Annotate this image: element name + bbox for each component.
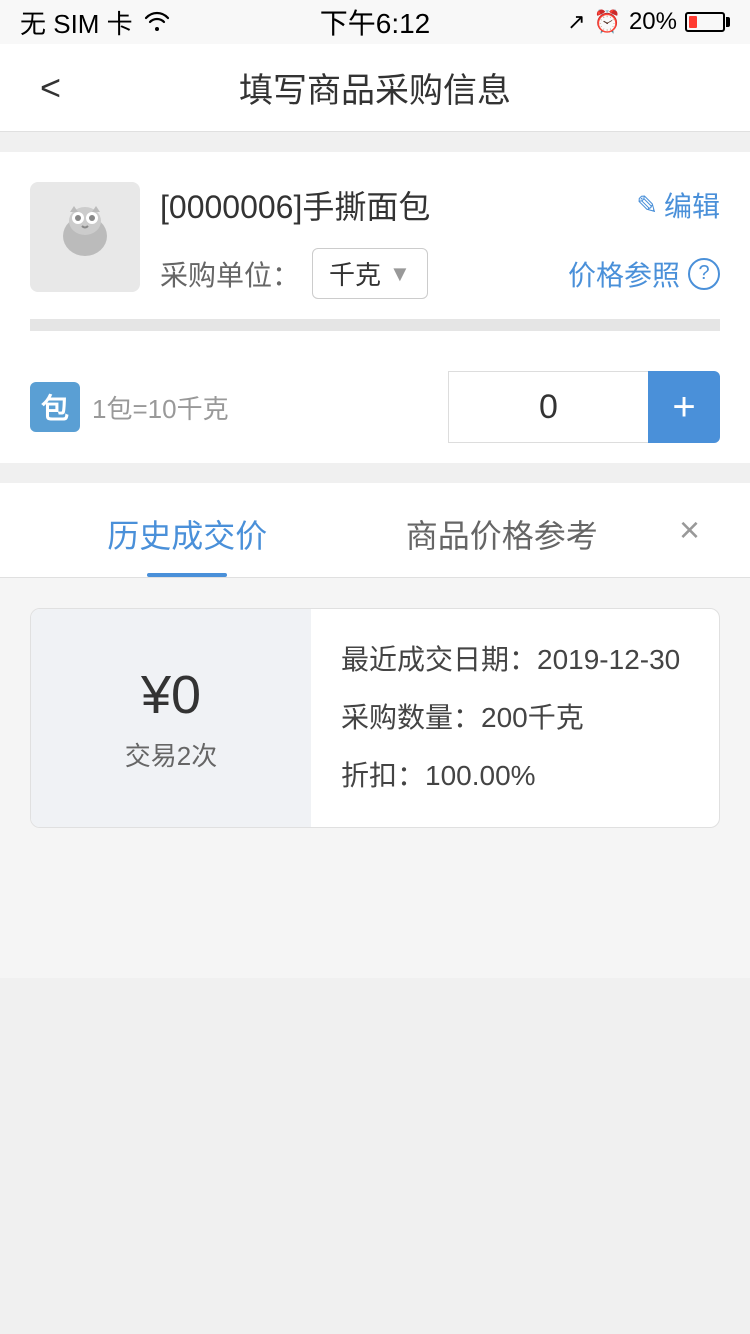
recent-date-value: 2019-12-30 (537, 644, 680, 675)
gray-divider (30, 319, 720, 331)
unit-select[interactable]: 千克 ▼ (312, 248, 428, 299)
purchase-unit-label: 采购单位： (160, 254, 300, 294)
unit-info: 包 1包=10千克 (30, 382, 229, 432)
tabs-section: 历史成交价 商品价格参考 × (0, 483, 750, 578)
close-button[interactable]: × (659, 489, 720, 571)
back-button[interactable]: < (30, 57, 71, 119)
product-section: [0000006]手撕面包 ✎ 编辑 采购单位： 千克 ▼ 价格参照 (0, 152, 750, 351)
price-value: 0 (171, 665, 201, 725)
price-left: ¥0 交易2次 (31, 609, 311, 827)
purchase-qty-row: 采购数量：200千克 (341, 697, 689, 739)
status-time: 下午6:12 (320, 2, 431, 42)
product-row: [0000006]手撕面包 ✎ 编辑 采购单位： 千克 ▼ 价格参照 (30, 182, 720, 299)
content-area: ¥0 交易2次 最近成交日期：2019-12-30 采购数量：200千克 折扣：… (0, 578, 750, 978)
price-amount: ¥0 (141, 664, 201, 726)
purchase-qty-value: 200千克 (481, 702, 584, 733)
recent-date-label: 最近成交日期： (341, 644, 537, 675)
purchase-unit-row: 采购单位： 千克 ▼ 价格参照 ? (160, 248, 720, 299)
location-icon: ↗ (567, 9, 585, 35)
product-title-row: [0000006]手撕面包 ✎ 编辑 (160, 182, 720, 228)
unit-value: 千克 (329, 255, 381, 292)
discount-row: 折扣：100.00% (341, 755, 689, 797)
unit-icon: 包 (30, 382, 80, 432)
price-reference-button[interactable]: 价格参照 ? (568, 254, 720, 294)
wifi-icon (143, 7, 171, 38)
edit-button[interactable]: ✎ 编辑 (636, 185, 720, 225)
tab-underline (147, 573, 227, 577)
alarm-icon: ⏰ (594, 9, 621, 35)
plus-icon: + (672, 385, 695, 430)
price-transactions: 交易2次 (125, 736, 217, 773)
status-left: 无 SIM 卡 (20, 4, 171, 41)
quantity-section: 包 1包=10千克 + (0, 351, 750, 463)
tabs-header: 历史成交价 商品价格参考 × (0, 483, 750, 577)
tab-history-price[interactable]: 历史成交价 (30, 483, 344, 577)
battery-percent: 20% (629, 8, 677, 36)
discount-value: 100.00% (425, 760, 536, 791)
discount-label: 折扣： (341, 760, 425, 791)
price-card: ¥0 交易2次 最近成交日期：2019-12-30 采购数量：200千克 折扣：… (30, 608, 720, 828)
product-image (30, 182, 140, 292)
edit-icon: ✎ (636, 190, 658, 221)
unit-equivalent: 1包=10千克 (92, 389, 229, 426)
recent-date-row: 最近成交日期：2019-12-30 (341, 639, 689, 681)
carrier-text: 无 SIM 卡 (20, 4, 133, 41)
currency-symbol: ¥ (141, 665, 171, 725)
quantity-control: + (448, 371, 720, 443)
dropdown-icon: ▼ (389, 261, 411, 287)
info-icon: ? (688, 258, 720, 290)
edit-label: 编辑 (664, 185, 720, 225)
tab-price-reference[interactable]: 商品价格参考 (344, 483, 658, 577)
purchase-qty-label: 采购数量： (341, 702, 481, 733)
page-title: 填写商品采购信息 (239, 63, 511, 112)
product-thumbnail-icon (50, 196, 120, 278)
price-ref-label: 价格参照 (568, 254, 680, 294)
quantity-input[interactable] (448, 371, 648, 443)
plus-button[interactable]: + (648, 371, 720, 443)
battery-icon (685, 12, 730, 32)
price-right: 最近成交日期：2019-12-30 采购数量：200千克 折扣：100.00% (311, 609, 719, 827)
product-full-name: [0000006]手撕面包 (160, 182, 430, 228)
status-bar: 无 SIM 卡 下午6:12 ↗ ⏰ 20% (0, 0, 750, 44)
status-right: ↗ ⏰ 20% (567, 8, 730, 36)
product-info: [0000006]手撕面包 ✎ 编辑 采购单位： 千克 ▼ 价格参照 (160, 182, 720, 299)
nav-bar: < 填写商品采购信息 (0, 44, 750, 132)
